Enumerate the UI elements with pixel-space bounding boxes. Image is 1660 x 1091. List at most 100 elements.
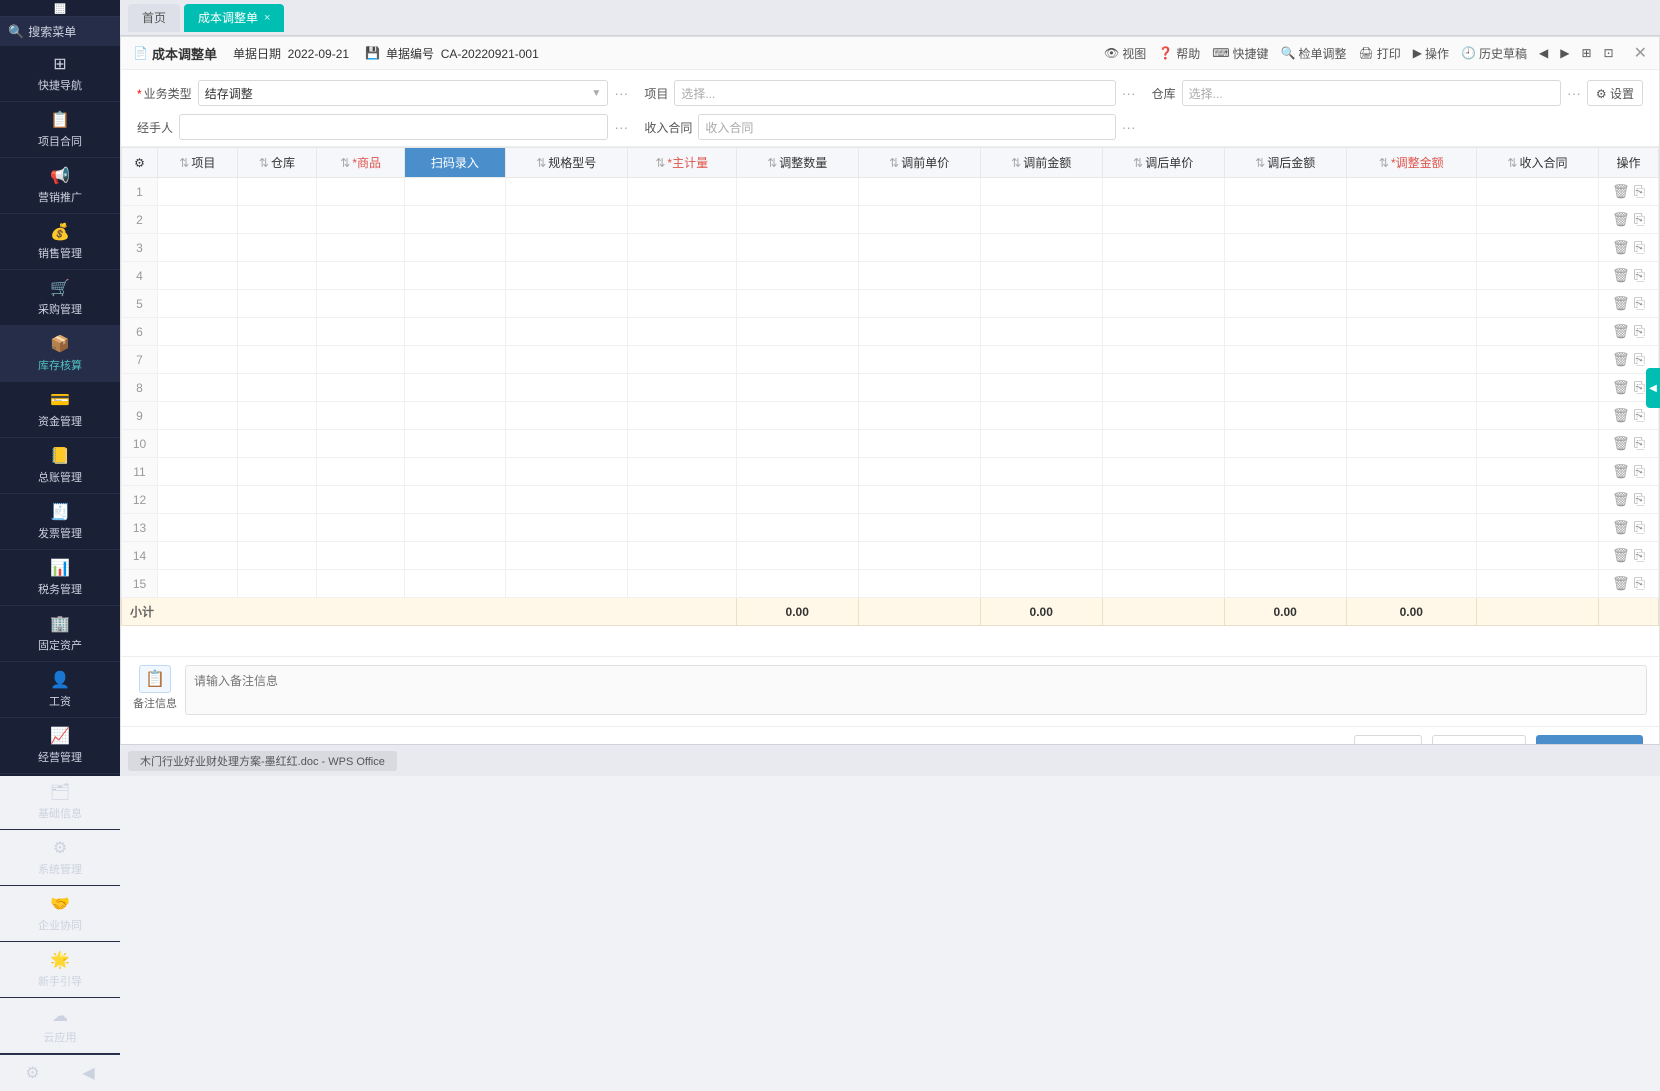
- cell-spec[interactable]: [505, 514, 627, 542]
- tab-cost-adjust[interactable]: 成本调整单 ×: [184, 4, 284, 32]
- cell-warehouse[interactable]: [237, 318, 317, 346]
- cell-adjust-amount[interactable]: [1346, 318, 1476, 346]
- review-button[interactable]: 🔍 检单调整: [1281, 45, 1347, 62]
- cell-after-amount[interactable]: [1224, 290, 1346, 318]
- copy-row-button[interactable]: ⎘: [1634, 407, 1645, 424]
- cell-project[interactable]: [158, 234, 238, 262]
- cell-prev-price[interactable]: [858, 346, 980, 374]
- cell-spec[interactable]: [505, 374, 627, 402]
- cell-unit[interactable]: [627, 262, 736, 290]
- cell-prev-amount[interactable]: [980, 234, 1102, 262]
- cell-after-amount[interactable]: [1224, 346, 1346, 374]
- cell-project[interactable]: [158, 570, 238, 598]
- expand1-button[interactable]: ⊞: [1581, 46, 1591, 60]
- cell-prev-amount[interactable]: [980, 542, 1102, 570]
- delete-row-button[interactable]: 🗑: [1612, 379, 1630, 396]
- cell-prev-price[interactable]: [858, 402, 980, 430]
- cell-prev-price[interactable]: [858, 234, 980, 262]
- cell-scan[interactable]: [405, 430, 506, 458]
- cell-adjust-amount[interactable]: [1346, 178, 1476, 206]
- copy-row-button[interactable]: ⎘: [1634, 183, 1645, 200]
- right-edge-button[interactable]: ◀: [1646, 368, 1660, 408]
- cell-after-price[interactable]: [1102, 430, 1224, 458]
- cell-income-contract[interactable]: [1476, 402, 1598, 430]
- cell-goods[interactable]: [317, 458, 405, 486]
- cell-after-price[interactable]: [1102, 486, 1224, 514]
- cell-scan[interactable]: [405, 374, 506, 402]
- cell-income-contract[interactable]: [1476, 290, 1598, 318]
- settings-bottom-icon[interactable]: ⚙: [25, 1063, 39, 1083]
- cell-warehouse[interactable]: [237, 514, 317, 542]
- cell-adjust-amount[interactable]: [1346, 346, 1476, 374]
- cell-prev-amount[interactable]: [980, 570, 1102, 598]
- cell-prev-price[interactable]: [858, 570, 980, 598]
- cell-goods[interactable]: [317, 486, 405, 514]
- sidebar-item-inventory-calc[interactable]: 📦 库存核算: [0, 326, 120, 382]
- cell-prev-price[interactable]: [858, 374, 980, 402]
- cell-unit[interactable]: [627, 206, 736, 234]
- remarks-icon-container[interactable]: 📋 备注信息: [133, 665, 177, 711]
- cell-after-amount[interactable]: [1224, 206, 1346, 234]
- warehouse-dots[interactable]: ···: [1567, 85, 1581, 101]
- shortcut-button[interactable]: ⌨ 快捷键: [1212, 45, 1268, 62]
- cell-income-contract[interactable]: [1476, 206, 1598, 234]
- cell-project[interactable]: [158, 178, 238, 206]
- cell-scan[interactable]: [405, 262, 506, 290]
- cell-goods[interactable]: [317, 570, 405, 598]
- cell-project[interactable]: [158, 206, 238, 234]
- cell-after-price[interactable]: [1102, 262, 1224, 290]
- sidebar-item-ledger-mgmt[interactable]: 📒 总账管理: [0, 438, 120, 494]
- cell-spec[interactable]: [505, 458, 627, 486]
- cell-spec[interactable]: [505, 486, 627, 514]
- cell-after-price[interactable]: [1102, 570, 1224, 598]
- copy-row-button[interactable]: ⎘: [1634, 267, 1645, 284]
- cell-goods[interactable]: [317, 318, 405, 346]
- handler-select[interactable]: [179, 114, 608, 140]
- cell-spec[interactable]: [505, 178, 627, 206]
- cell-goods[interactable]: [317, 346, 405, 374]
- sidebar-item-fixed-assets[interactable]: 🏢 固定资产: [0, 606, 120, 662]
- cell-warehouse[interactable]: [237, 206, 317, 234]
- cell-spec[interactable]: [505, 234, 627, 262]
- settings-button[interactable]: ⚙ 设置: [1587, 80, 1643, 106]
- cell-warehouse[interactable]: [237, 542, 317, 570]
- cell-scan[interactable]: [405, 402, 506, 430]
- sidebar-item-new-guide[interactable]: 🌟 新手引导: [0, 942, 120, 998]
- income-contract-dots[interactable]: ···: [1122, 119, 1136, 135]
- copy-row-button[interactable]: ⎘: [1634, 575, 1645, 592]
- cell-income-contract[interactable]: [1476, 514, 1598, 542]
- cell-warehouse[interactable]: [237, 262, 317, 290]
- cell-adjust-amount[interactable]: [1346, 290, 1476, 318]
- cell-project[interactable]: [158, 346, 238, 374]
- cell-scan[interactable]: [405, 206, 506, 234]
- cell-prev-price[interactable]: [858, 318, 980, 346]
- sidebar-item-basic-info[interactable]: 🗂 基础信息: [0, 774, 120, 830]
- cell-spec[interactable]: [505, 290, 627, 318]
- cell-scan[interactable]: [405, 570, 506, 598]
- delete-row-button[interactable]: 🗑: [1612, 435, 1630, 452]
- cell-unit[interactable]: [627, 374, 736, 402]
- cell-warehouse[interactable]: [237, 178, 317, 206]
- cell-project[interactable]: [158, 262, 238, 290]
- cell-adjust-amount[interactable]: [1346, 458, 1476, 486]
- delete-row-button[interactable]: 🗑: [1612, 267, 1630, 284]
- delete-row-button[interactable]: 🗑: [1612, 547, 1630, 564]
- cell-goods[interactable]: [317, 206, 405, 234]
- copy-row-button[interactable]: ⎘: [1634, 295, 1645, 312]
- cell-adjust-amount[interactable]: [1346, 262, 1476, 290]
- cell-prev-amount[interactable]: [980, 318, 1102, 346]
- cell-unit[interactable]: [627, 346, 736, 374]
- sidebar-item-sales-promo[interactable]: 📢 营销推广: [0, 158, 120, 214]
- sidebar-item-sales-mgmt[interactable]: 💰 销售管理: [0, 214, 120, 270]
- cell-income-contract[interactable]: [1476, 178, 1598, 206]
- taskbar-item[interactable]: 木门行业好业财处理方案-墨红红.doc - WPS Office: [128, 751, 397, 771]
- cell-income-contract[interactable]: [1476, 570, 1598, 598]
- cell-adjust-qty[interactable]: [736, 346, 858, 374]
- cell-prev-price[interactable]: [858, 430, 980, 458]
- cell-prev-amount[interactable]: [980, 346, 1102, 374]
- cell-prev-amount[interactable]: [980, 290, 1102, 318]
- warehouse-select[interactable]: 选择...: [1182, 80, 1561, 106]
- cell-unit[interactable]: [627, 570, 736, 598]
- cell-after-amount[interactable]: [1224, 430, 1346, 458]
- cell-adjust-amount[interactable]: [1346, 486, 1476, 514]
